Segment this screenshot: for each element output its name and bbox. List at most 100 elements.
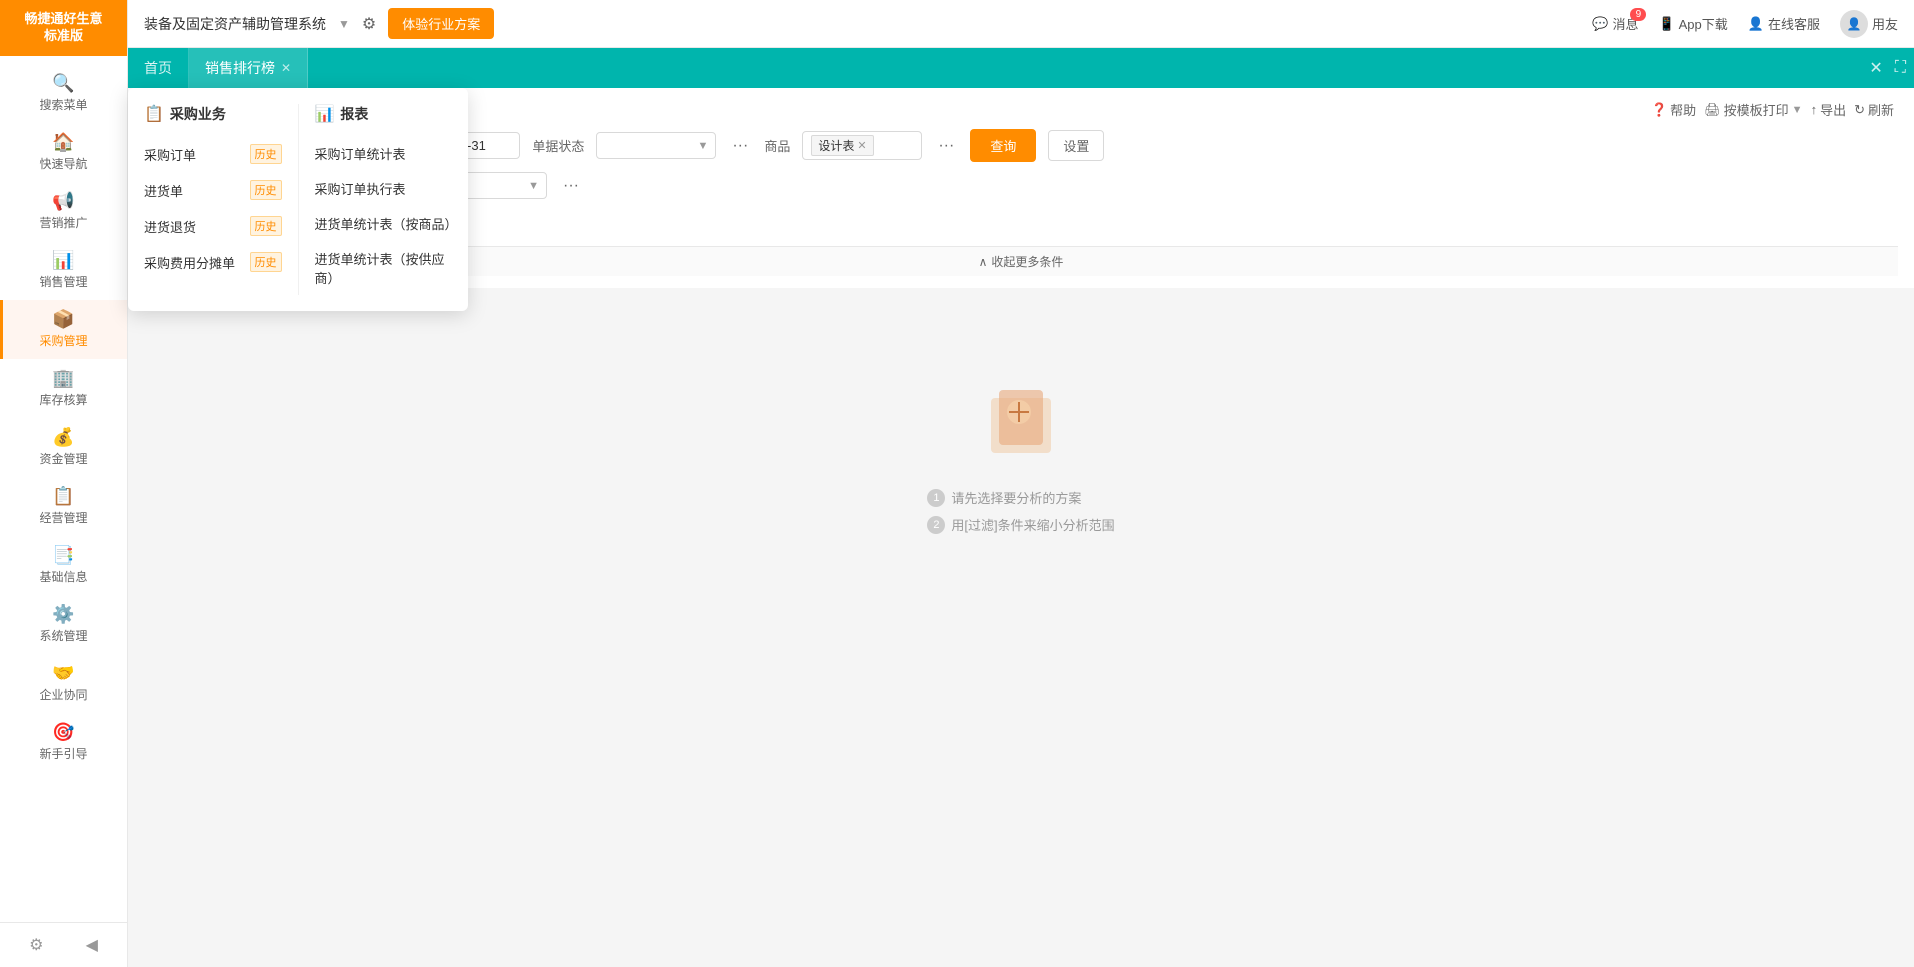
tab-home-label: 首页 [144, 58, 172, 78]
header-dropdown-btn[interactable]: ▼ [338, 17, 350, 31]
sidebar-item-inventory[interactable]: 🏢库存核算 [0, 359, 127, 418]
app-download-action[interactable]: 📱 App下载 [1658, 14, 1727, 33]
sidebar-item-search[interactable]: 🔍搜索菜单 [0, 64, 127, 123]
return-label: 进货退货 [144, 217, 196, 236]
enterprise-label: 企业协同 [39, 686, 87, 703]
fee-label: 采购费用分摊单 [144, 253, 235, 272]
salesperson-ellipsis[interactable]: ··· [559, 177, 583, 195]
operations-label: 经营管理 [39, 509, 87, 526]
print-icon: 🖨 [1704, 102, 1721, 118]
help-link[interactable]: ❓ 帮助 [1651, 100, 1696, 119]
dropdown-item-order-stats[interactable]: 采购订单统计表 [315, 136, 453, 171]
dropdown-item-receive-stats-goods[interactable]: 进货单统计表（按商品） [315, 206, 453, 241]
settings-button[interactable]: 设置 [1048, 130, 1104, 161]
tab-sales-rank-label: 销售排行榜 [205, 58, 275, 78]
basic-label: 基础信息 [39, 568, 87, 585]
tip-text-2: 用[过滤]条件来缩小分析范围 [951, 515, 1114, 534]
user-label: 用友 [1872, 14, 1898, 33]
refresh-icon: ↻ [1854, 102, 1865, 118]
sidebar: 畅捷通好生意 标准版 🔍搜索菜单🏠快速导航📢营销推广📊销售管理📦采购管理🏢库存核… [0, 0, 128, 967]
status-select-wrap: ▼ [596, 132, 716, 159]
industry-btn[interactable]: 体验行业方案 [388, 8, 494, 39]
sidebar-item-operations[interactable]: 📋 经营管理 [0, 477, 127, 536]
sidebar-item-guide[interactable]: 🎯 新手引导 [0, 713, 127, 772]
sidebar-logo: 畅捷通好生意 标准版 [0, 0, 127, 56]
app-label: App下载 [1679, 14, 1728, 33]
goods-tag-input[interactable]: 设计表 ✕ [802, 131, 922, 160]
sidebar-item-basic[interactable]: 📑 基础信息 [0, 536, 127, 595]
capital-label: 资金管理 [39, 450, 87, 467]
app-icon: 📱 [1658, 16, 1674, 32]
empty-state: 1 请先选择要分析的方案 2 用[过滤]条件来缩小分析范围 [128, 288, 1914, 614]
dropdown-item-receive[interactable]: 进货单 历史 [144, 172, 282, 208]
fee-history: 历史 [250, 252, 282, 272]
goods-tag-close[interactable]: ✕ [857, 139, 866, 152]
tip-text-1: 请先选择要分析的方案 [951, 488, 1081, 507]
refresh-link[interactable]: ↻ 刷新 [1854, 100, 1894, 119]
marketing-icon: 📢 [52, 192, 74, 210]
export-label: 导出 [1820, 100, 1846, 119]
tip-num-2: 2 [927, 516, 945, 534]
sidebar-item-enterprise[interactable]: 🤝企业协同 [0, 654, 127, 713]
header-right: 💬 消息 9 📱 App下载 👤 在线客服 👤 用友 [1592, 10, 1898, 38]
help-icon: ❓ [1651, 102, 1667, 118]
tab-sales-rank[interactable]: 销售排行榜 ✕ [189, 48, 308, 88]
basic-icon: 📑 [52, 546, 74, 564]
empty-tip-2: 2 用[过滤]条件来缩小分析范围 [927, 515, 1114, 534]
tab-home[interactable]: 首页 [128, 48, 189, 88]
goods-tag-design: 设计表 ✕ [811, 135, 873, 156]
sidebar-item-quicknav[interactable]: 🏠快速导航 [0, 123, 127, 182]
collapse-sidebar-icon[interactable]: ◀ [86, 935, 98, 955]
inventory-icon: 🏢 [52, 369, 74, 387]
settings-icon[interactable]: ⚙ [29, 935, 43, 955]
tab-bar-actions: ✕ ⛶ [1869, 58, 1906, 78]
status-select[interactable] [596, 132, 716, 159]
purchase-order-history: 历史 [250, 144, 282, 164]
sidebar-item-sales[interactable]: 📊销售管理 [0, 241, 127, 300]
sidebar-item-purchase[interactable]: 📦采购管理 [0, 300, 127, 359]
collapse-icon: ∧ [979, 255, 988, 269]
message-badge: 9 [1630, 8, 1646, 21]
message-action[interactable]: 💬 消息 9 [1592, 14, 1638, 33]
guide-label: 新手引导 [39, 745, 87, 762]
sidebar-item-marketing[interactable]: 📢营销推广 [0, 182, 127, 241]
print-link[interactable]: 🖨 按模板打印 ▼ [1704, 100, 1802, 119]
dropdown-item-purchase-order[interactable]: 采购订单 历史 [144, 136, 282, 172]
sidebar-item-capital[interactable]: 💰资金管理 [0, 418, 127, 477]
purchase-order-label: 采购订单 [144, 145, 196, 164]
export-link[interactable]: ↑ 导出 [1811, 100, 1847, 119]
tab-close-action[interactable]: ✕ [1869, 58, 1882, 78]
dropdown-item-order-exec[interactable]: 采购订单执行表 [315, 171, 453, 206]
tab-expand-action[interactable]: ⛶ [1895, 59, 1906, 77]
service-icon: 👤 [1748, 16, 1764, 32]
dropdown-item-receive-stats-supplier[interactable]: 进货单统计表（按供应商） [315, 241, 453, 295]
order-stats-label: 采购订单统计表 [315, 144, 406, 163]
dropdown-item-fee[interactable]: 采购费用分摊单 历史 [144, 244, 282, 280]
active-bar [0, 300, 3, 359]
online-service-action[interactable]: 👤 在线客服 [1748, 14, 1820, 33]
purchase-col-header: 📋 采购业务 [144, 104, 282, 124]
guide-icon: 🎯 [52, 723, 74, 741]
query-button[interactable]: 查询 [970, 129, 1036, 162]
top-header: 装备及固定资产辅助管理系统 ▼ ⚙ 体验行业方案 💬 消息 9 📱 App下载 … [128, 0, 1914, 48]
print-dropdown-icon[interactable]: ▼ [1792, 104, 1803, 116]
sidebar-nav: 🔍搜索菜单🏠快速导航📢营销推广📊销售管理📦采购管理🏢库存核算💰资金管理 📋 经营管理… [0, 56, 127, 922]
receive-stats-supplier-label: 进货单统计表（按供应商） [315, 249, 453, 287]
dropdown-col-report: 📊 报表 采购订单统计表 采购订单执行表 进货单统计表（按商品） 进货单统计表（… [299, 104, 469, 295]
sidebar-item-system[interactable]: ⚙️系统管理 [0, 595, 127, 654]
status-ellipsis[interactable]: ··· [728, 137, 752, 155]
empty-tips: 1 请先选择要分析的方案 2 用[过滤]条件来缩小分析范围 [927, 488, 1114, 534]
search-icon: 🔍 [52, 74, 74, 92]
tab-close-icon[interactable]: ✕ [281, 61, 291, 75]
service-label: 在线客服 [1768, 14, 1820, 33]
user-action[interactable]: 👤 用友 [1840, 10, 1898, 38]
operations-icon: 📋 [52, 487, 74, 505]
goods-ellipsis[interactable]: ··· [934, 137, 958, 155]
status-label: 单据状态 [532, 136, 584, 155]
report-col-header: 📊 报表 [315, 104, 453, 124]
header-left: 装备及固定资产辅助管理系统 ▼ ⚙ 体验行业方案 [144, 8, 494, 39]
purchase-header-label: 采购业务 [170, 104, 226, 124]
gear-icon[interactable]: ⚙ [362, 14, 376, 34]
dropdown-item-return[interactable]: 进货退货 历史 [144, 208, 282, 244]
empty-illustration [971, 368, 1071, 468]
